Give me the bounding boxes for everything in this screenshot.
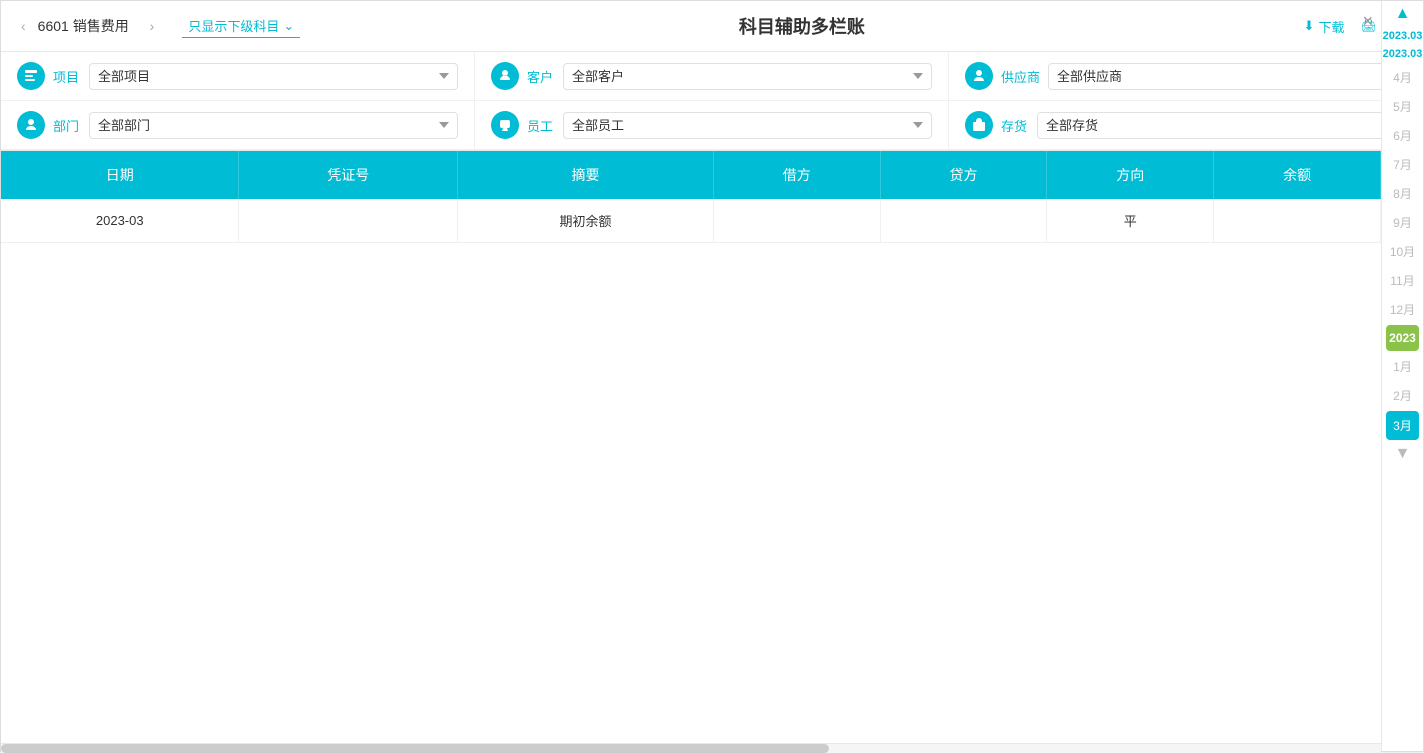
cell-credit: [880, 199, 1047, 243]
timeline-item-6[interactable]: 6月: [1382, 121, 1423, 150]
timeline-item-1[interactable]: 1月: [1382, 352, 1423, 381]
filter-inventory: 存货 全部存货: [949, 101, 1423, 150]
project-icon: [17, 62, 45, 90]
inventory-label: 存货: [1001, 116, 1029, 135]
employee-icon: [491, 111, 519, 139]
show-sub-label: 只显示下级科目: [188, 16, 279, 35]
cell-debit: [713, 199, 880, 243]
filter-department: 部门 全部部门: [1, 101, 475, 150]
project-select[interactable]: 全部项目: [89, 63, 458, 90]
timeline-item-2[interactable]: 2月: [1382, 381, 1423, 410]
table-container: 日期 凭证号 摘要 借方 贷方 方向 余额 2023-03 期初余额: [1, 151, 1381, 743]
timeline-item-10[interactable]: 10月: [1382, 237, 1423, 266]
table-header-row: 日期 凭证号 摘要 借方 贷方 方向 余额: [1, 151, 1381, 199]
show-sub-button[interactable]: 只显示下级科目 ⌄: [182, 14, 300, 38]
page-title: 科目辅助多栏账: [308, 13, 1295, 39]
col-voucher: 凭证号: [239, 151, 458, 199]
main-content: 日期 凭证号 摘要 借方 贷方 方向 余额 2023-03 期初余额: [1, 151, 1423, 753]
inventory-select[interactable]: 全部存货: [1037, 112, 1406, 139]
table-row: 2023-03 期初余额 平: [1, 199, 1381, 243]
customer-label: 客户: [527, 67, 555, 86]
timeline-item-8[interactable]: 8月: [1382, 179, 1423, 208]
cell-summary: 期初余额: [458, 199, 714, 243]
timeline-panel: ▲ 2023.03 2023.03 4月 5月 6月 7月 8月 9月 10月 …: [1381, 1, 1423, 751]
timeline-item-11[interactable]: 11月: [1382, 266, 1423, 295]
supplier-icon: [965, 62, 993, 90]
next-account-arrow[interactable]: ›: [146, 16, 159, 36]
filter-supplier: 供应商 全部供应商: [949, 52, 1423, 101]
supplier-select[interactable]: 全部供应商: [1048, 63, 1406, 90]
close-button[interactable]: ×: [1362, 11, 1373, 32]
department-icon: [17, 111, 45, 139]
col-summary: 摘要: [458, 151, 714, 199]
timeline-item-2023-03-end[interactable]: 2023.03: [1382, 45, 1423, 63]
filter-employee: 员工 全部员工: [475, 101, 949, 150]
department-label: 部门: [53, 116, 81, 135]
project-label: 项目: [53, 67, 81, 86]
cell-balance: [1214, 199, 1381, 243]
data-table: 日期 凭证号 摘要 借方 贷方 方向 余额 2023-03 期初余额: [1, 151, 1381, 243]
filter-customer: 客户 全部客户: [475, 52, 949, 101]
cell-date: 2023-03: [1, 199, 239, 243]
timeline-up-arrow[interactable]: ▲: [1382, 1, 1423, 27]
timeline-item-4[interactable]: 4月: [1382, 63, 1423, 92]
timeline-down-arrow[interactable]: ▼: [1382, 441, 1423, 467]
col-balance: 余额: [1214, 151, 1381, 199]
col-date: 日期: [1, 151, 239, 199]
prev-account-arrow[interactable]: ‹: [17, 16, 30, 36]
inventory-icon: [965, 111, 993, 139]
timeline-item-3-active[interactable]: 3月: [1386, 411, 1419, 440]
timeline-year-2023[interactable]: 2023: [1386, 325, 1419, 351]
col-direction: 方向: [1047, 151, 1214, 199]
cell-direction: 平: [1047, 199, 1214, 243]
customer-icon: [491, 62, 519, 90]
filter-bar: 项目 全部项目 客户 全部客户 供应商: [1, 52, 1423, 151]
timeline-item-2023-03-start[interactable]: 2023.03: [1382, 27, 1423, 45]
supplier-label: 供应商: [1001, 67, 1040, 86]
col-credit: 贷方: [880, 151, 1047, 199]
customer-select[interactable]: 全部客户: [563, 63, 932, 90]
timeline-item-9[interactable]: 9月: [1382, 208, 1423, 237]
timeline-item-5[interactable]: 5月: [1382, 92, 1423, 121]
col-debit: 借方: [713, 151, 880, 199]
top-bar: ‹ 6601 销售费用 › 只显示下级科目 ⌄ 科目辅助多栏账 ⬇ 下载 🖨 打…: [1, 1, 1423, 52]
filter-project: 项目 全部项目: [1, 52, 475, 101]
timeline-item-12[interactable]: 12月: [1382, 295, 1423, 324]
download-icon: ⬇: [1304, 18, 1315, 34]
account-code-label: 6601 销售费用: [38, 16, 138, 36]
show-sub-chevron: ⌄: [283, 18, 294, 34]
cell-voucher: [239, 199, 458, 243]
department-select[interactable]: 全部部门: [89, 112, 458, 139]
timeline-item-7[interactable]: 7月: [1382, 150, 1423, 179]
download-button[interactable]: ⬇ 下载: [1304, 17, 1345, 36]
employee-select[interactable]: 全部员工: [563, 112, 932, 139]
employee-label: 员工: [527, 116, 555, 135]
